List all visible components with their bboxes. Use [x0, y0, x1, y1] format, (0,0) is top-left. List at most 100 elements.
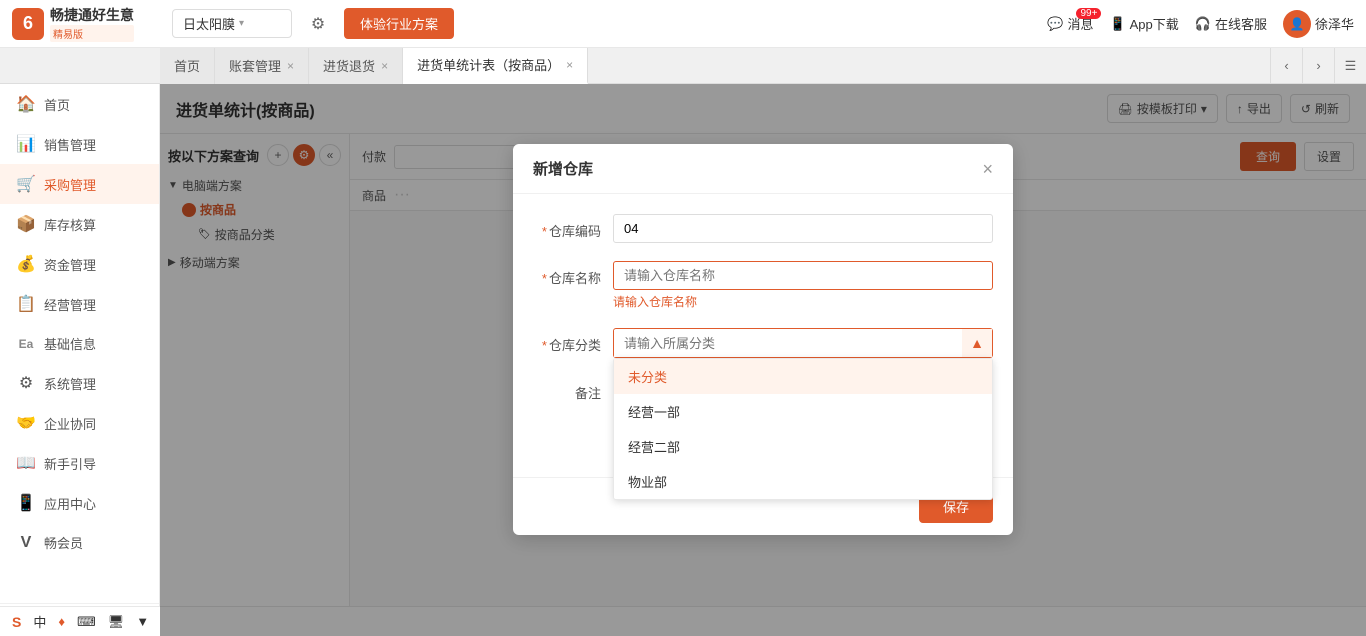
trial-button[interactable]: 体验行业方案	[344, 8, 454, 39]
tab-home[interactable]: 首页	[160, 48, 215, 84]
statusbar-arrow[interactable]: ▼	[136, 614, 149, 629]
category-dropdown: 未分类 经营一部 经营二部 物业部	[613, 358, 993, 500]
store-select[interactable]: 日太阳膜 ▾	[172, 9, 292, 38]
inventory-icon: 📦	[16, 214, 36, 234]
sidebar-item-enterprise[interactable]: 🤝 企业协同	[0, 403, 159, 443]
category-option-dept2[interactable]: 经营二部	[614, 429, 992, 464]
sidebar-item-home[interactable]: 🏠 首页	[0, 84, 159, 124]
sidebar-item-sales-label: 销售管理	[44, 135, 96, 154]
main-layout: 🏠 首页 📊 销售管理 🛒 采购管理 📦 库存核算 💰 资金管理 📋 经营管理 …	[0, 84, 1366, 636]
category-option-unclassified[interactable]: 未分类	[614, 359, 992, 394]
statusbar-lang[interactable]: 中	[33, 612, 46, 631]
warehouse-code-row: 仓库编码	[533, 214, 993, 243]
tabbar: 首页 账套管理 × 进货退货 × 进货单统计表（按商品） × ‹ › ☰	[0, 48, 1366, 84]
category-arrow-icon[interactable]: ▲	[962, 329, 992, 357]
sidebar-item-vip[interactable]: V 畅会员	[0, 523, 159, 562]
note-label: 备注	[533, 376, 613, 402]
statusbar-monitor[interactable]: 🖥	[108, 614, 125, 630]
tab-actions: ‹ › ☰	[1270, 48, 1366, 84]
tab-prev-button[interactable]: ‹	[1270, 48, 1302, 84]
warehouse-category-label: 仓库分类	[533, 328, 613, 354]
sidebar-item-system-label: 系统管理	[44, 374, 96, 393]
warehouse-name-control: 请输入仓库名称	[613, 261, 993, 310]
category-input[interactable]	[614, 330, 962, 357]
settings-button[interactable]: ⚙	[302, 8, 334, 40]
tab-accounts[interactable]: 账套管理 ×	[215, 48, 309, 84]
tab-purchase-return-label: 进货退货	[323, 56, 375, 75]
sidebar-item-operations[interactable]: 📋 经营管理	[0, 284, 159, 324]
tab-menu-button[interactable]: ☰	[1334, 48, 1366, 84]
chevron-down-icon: ▾	[239, 18, 244, 29]
sidebar-item-purchase[interactable]: 🛒 采购管理	[0, 164, 159, 204]
version-tag: 精易版	[50, 25, 134, 42]
tab-home-label: 首页	[174, 56, 200, 75]
statusbar-keyboard[interactable]: ⌨	[77, 614, 96, 630]
warehouse-name-label: 仓库名称	[533, 261, 613, 287]
add-warehouse-dialog: 新增仓库 × 仓库编码 仓库名称	[513, 144, 1013, 535]
sidebar-item-guide[interactable]: 📖 新手引导	[0, 443, 159, 483]
sidebar-item-enterprise-label: 企业协同	[44, 414, 96, 433]
sidebar-item-finance[interactable]: 💰 资金管理	[0, 244, 159, 284]
system-icon: ⚙	[16, 373, 36, 393]
tab-purchase-stats[interactable]: 进货单统计表（按商品） ×	[403, 48, 588, 84]
category-input-row: ▲	[613, 328, 993, 358]
apps-icon: 📱	[16, 493, 36, 513]
message-badge: 99+	[1076, 8, 1101, 19]
avatar: 👤	[1283, 10, 1311, 38]
sidebar-item-home-label: 首页	[44, 95, 70, 114]
dialog-header: 新增仓库 ×	[513, 144, 1013, 194]
message-icon: 💬	[1047, 16, 1063, 32]
customer-service-button[interactable]: 🎧 在线客服	[1195, 14, 1267, 33]
app-name: 畅捷通好生意	[50, 5, 134, 25]
finance-icon: 💰	[16, 254, 36, 274]
user-avatar[interactable]: 👤 徐泽华	[1283, 10, 1354, 38]
tab-accounts-label: 账套管理	[229, 56, 281, 75]
content-area: 进货单统计(按商品) 🖨 按模板打印 ▾ ↑ 导出 ↺ 刷新	[160, 84, 1366, 636]
vip-icon: V	[16, 534, 36, 552]
category-option-dept1[interactable]: 经营一部	[614, 394, 992, 429]
app-download-button[interactable]: 📱 App下载	[1109, 14, 1178, 33]
sidebar-item-purchase-label: 采购管理	[44, 175, 96, 194]
warehouse-name-input[interactable]	[613, 261, 993, 290]
category-option-property[interactable]: 物业部	[614, 464, 992, 499]
purchase-icon: 🛒	[16, 174, 36, 194]
sidebar-item-inventory[interactable]: 📦 库存核算	[0, 204, 159, 244]
sidebar-item-apps-label: 应用中心	[44, 494, 96, 513]
dialog-overlay: 新增仓库 × 仓库编码 仓库名称	[160, 84, 1366, 636]
tab-purchase-return-close[interactable]: ×	[381, 59, 388, 73]
topbar: 6 畅捷通好生意 精易版 日太阳膜 ▾ ⚙ 体验行业方案 💬 消息 99+ 📱 …	[0, 0, 1366, 48]
guide-icon: 📖	[16, 453, 36, 473]
tab-accounts-close[interactable]: ×	[287, 59, 294, 73]
store-name: 日太阳膜	[183, 14, 235, 33]
tab-next-button[interactable]: ›	[1302, 48, 1334, 84]
warehouse-code-input[interactable]	[613, 214, 993, 243]
tab-purchase-return[interactable]: 进货退货 ×	[309, 48, 403, 84]
sidebar-item-basics[interactable]: Ea 基础信息	[0, 324, 159, 363]
dialog-close-button[interactable]: ×	[982, 160, 993, 178]
enterprise-icon: 🤝	[16, 413, 36, 433]
sidebar-item-sales[interactable]: 📊 销售管理	[0, 124, 159, 164]
logo-area: 6 畅捷通好生意 精易版	[12, 5, 162, 42]
tab-purchase-stats-close[interactable]: ×	[566, 58, 573, 72]
sidebar-item-apps[interactable]: 📱 应用中心	[0, 483, 159, 523]
sidebar-item-guide-label: 新手引导	[44, 454, 96, 473]
warehouse-name-row: 仓库名称 请输入仓库名称	[533, 261, 993, 310]
sidebar-item-vip-label: 畅会员	[44, 533, 83, 552]
sales-icon: 📊	[16, 134, 36, 154]
sidebar-item-inventory-label: 库存核算	[44, 215, 96, 234]
dialog-title: 新增仓库	[533, 158, 593, 179]
basics-icon: Ea	[16, 337, 36, 351]
operations-icon: 📋	[16, 294, 36, 314]
warehouse-category-row: 仓库分类 ▲ 未分类 经营一部 经营二部 物业部	[533, 328, 993, 358]
warehouse-code-label: 仓库编码	[533, 214, 613, 240]
message-button[interactable]: 💬 消息 99+	[1047, 14, 1093, 33]
logo-text: 畅捷通好生意 精易版	[50, 5, 134, 42]
logo-icon: 6	[12, 8, 44, 40]
statusbar-dot: ♦	[58, 614, 65, 629]
sidebar-item-system[interactable]: ⚙ 系统管理	[0, 363, 159, 403]
tab-purchase-stats-label: 进货单统计表（按商品）	[417, 55, 560, 74]
user-name: 徐泽华	[1315, 14, 1354, 33]
dialog-body: 仓库编码 仓库名称 请输入仓库名称	[513, 194, 1013, 477]
topbar-right: 💬 消息 99+ 📱 App下载 🎧 在线客服 👤 徐泽华	[1047, 10, 1354, 38]
sidebar-item-finance-label: 资金管理	[44, 255, 96, 274]
